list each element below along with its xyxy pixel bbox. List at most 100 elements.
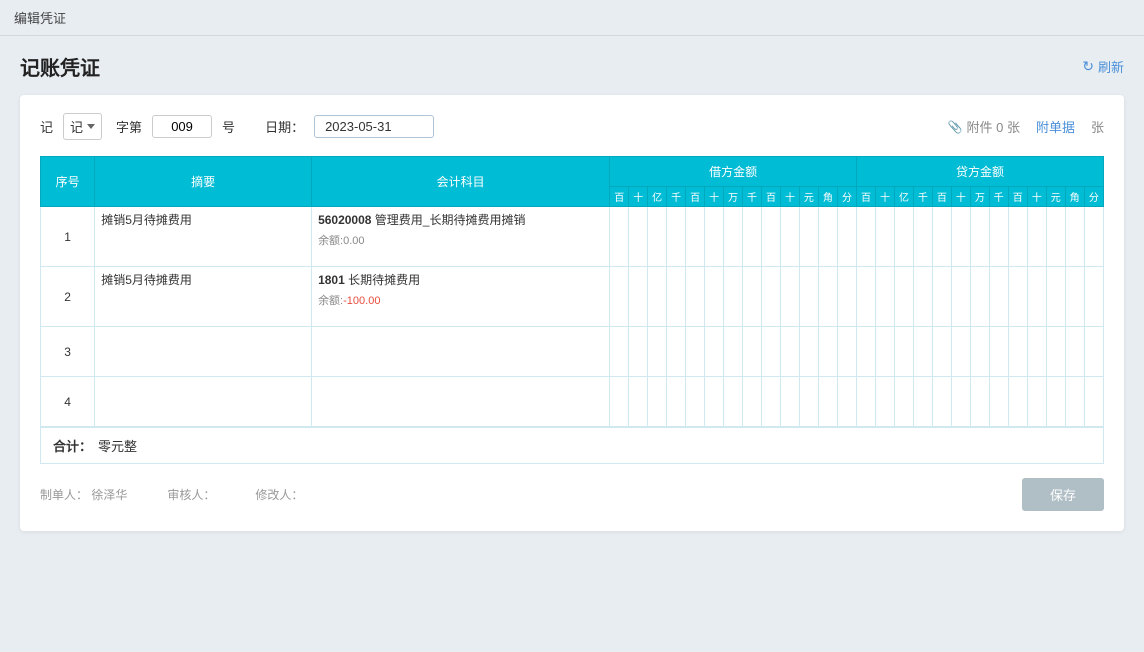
row-0-credit-2[interactable] [894, 207, 913, 267]
row-3-credit-7[interactable] [989, 377, 1008, 427]
row-3-credit-10[interactable] [1046, 377, 1065, 427]
row-2-debit-1[interactable] [629, 327, 648, 377]
row-0-debit-8[interactable] [761, 207, 780, 267]
row-3-debit-8[interactable] [761, 377, 780, 427]
row-0-credit-6[interactable] [970, 207, 989, 267]
row-3-credit-5[interactable] [951, 377, 970, 427]
row-3-credit-3[interactable] [913, 377, 932, 427]
row-3-debit-9[interactable] [780, 377, 799, 427]
row-3-debit-7[interactable] [743, 377, 762, 427]
row-0-credit-12[interactable] [1084, 207, 1103, 267]
row-2-credit-8[interactable] [1008, 327, 1027, 377]
row-3-debit-4[interactable] [686, 377, 705, 427]
zi-input[interactable] [152, 115, 212, 138]
row-1-credit-9[interactable] [1027, 267, 1046, 327]
row-2-debit-8[interactable] [761, 327, 780, 377]
row-3-debit-6[interactable] [724, 377, 743, 427]
row-2-credit-3[interactable] [913, 327, 932, 377]
row-3-credit-6[interactable] [970, 377, 989, 427]
row-0-credit-4[interactable] [932, 207, 951, 267]
row-2-debit-6[interactable] [724, 327, 743, 377]
save-button[interactable]: 保存 [1022, 478, 1104, 511]
row-2-credit-9[interactable] [1027, 327, 1046, 377]
row-0-debit-11[interactable] [818, 207, 837, 267]
row-3-debit-10[interactable] [799, 377, 818, 427]
row-1-debit-6[interactable] [724, 267, 743, 327]
row-0-credit-3[interactable] [913, 207, 932, 267]
row-2-credit-5[interactable] [951, 327, 970, 377]
row-1-debit-9[interactable] [780, 267, 799, 327]
row-2-debit-11[interactable] [818, 327, 837, 377]
row-summary-0[interactable]: 摊销5月待摊费用 [95, 207, 312, 267]
row-2-credit-0[interactable] [857, 327, 876, 377]
row-seq-3[interactable]: 4 [41, 377, 95, 427]
row-1-credit-5[interactable] [951, 267, 970, 327]
row-1-debit-1[interactable] [629, 267, 648, 327]
row-3-credit-11[interactable] [1065, 377, 1084, 427]
row-1-debit-5[interactable] [705, 267, 724, 327]
row-3-debit-3[interactable] [667, 377, 686, 427]
row-2-debit-5[interactable] [705, 327, 724, 377]
date-input[interactable] [314, 115, 434, 138]
row-3-credit-12[interactable] [1084, 377, 1103, 427]
row-3-debit-0[interactable] [610, 377, 629, 427]
row-1-credit-4[interactable] [932, 267, 951, 327]
row-1-debit-8[interactable] [761, 267, 780, 327]
row-0-credit-7[interactable] [989, 207, 1008, 267]
row-0-credit-11[interactable] [1065, 207, 1084, 267]
row-1-debit-3[interactable] [667, 267, 686, 327]
row-0-debit-10[interactable] [799, 207, 818, 267]
row-3-debit-1[interactable] [629, 377, 648, 427]
row-0-credit-1[interactable] [875, 207, 894, 267]
row-1-credit-7[interactable] [989, 267, 1008, 327]
row-2-credit-12[interactable] [1084, 327, 1103, 377]
row-0-debit-9[interactable] [780, 207, 799, 267]
row-1-credit-10[interactable] [1046, 267, 1065, 327]
row-0-credit-10[interactable] [1046, 207, 1065, 267]
row-3-debit-5[interactable] [705, 377, 724, 427]
row-2-credit-10[interactable] [1046, 327, 1065, 377]
row-1-credit-8[interactable] [1008, 267, 1027, 327]
row-summary-3[interactable] [95, 377, 312, 427]
row-2-debit-2[interactable] [648, 327, 667, 377]
row-0-credit-9[interactable] [1027, 207, 1046, 267]
row-summary-2[interactable] [95, 327, 312, 377]
row-3-credit-4[interactable] [932, 377, 951, 427]
row-account-0[interactable]: 56020008 管理费用_长期待摊费用摊销余额:0.00 [312, 207, 610, 267]
row-3-credit-9[interactable] [1027, 377, 1046, 427]
row-0-debit-2[interactable] [648, 207, 667, 267]
row-0-debit-12[interactable] [837, 207, 856, 267]
row-0-debit-0[interactable] [610, 207, 629, 267]
row-2-credit-7[interactable] [989, 327, 1008, 377]
row-0-credit-8[interactable] [1008, 207, 1027, 267]
row-0-debit-1[interactable] [629, 207, 648, 267]
row-1-credit-11[interactable] [1065, 267, 1084, 327]
row-account-1[interactable]: 1801 长期待摊费用余额:-100.00 [312, 267, 610, 327]
row-1-debit-4[interactable] [686, 267, 705, 327]
row-1-debit-2[interactable] [648, 267, 667, 327]
row-2-credit-11[interactable] [1065, 327, 1084, 377]
row-2-debit-0[interactable] [610, 327, 629, 377]
row-1-debit-11[interactable] [818, 267, 837, 327]
row-3-debit-12[interactable] [837, 377, 856, 427]
row-1-debit-12[interactable] [837, 267, 856, 327]
row-0-debit-7[interactable] [743, 207, 762, 267]
row-account-3[interactable] [312, 377, 610, 427]
row-2-debit-10[interactable] [799, 327, 818, 377]
row-2-debit-7[interactable] [743, 327, 762, 377]
row-3-credit-2[interactable] [894, 377, 913, 427]
row-2-credit-6[interactable] [970, 327, 989, 377]
row-1-credit-2[interactable] [894, 267, 913, 327]
fudanju-link[interactable]: 附单据 [1036, 117, 1075, 136]
row-summary-1[interactable]: 摊销5月待摊费用 [95, 267, 312, 327]
refresh-button[interactable]: ↻ 刷新 [1082, 57, 1124, 76]
row-0-credit-0[interactable] [857, 207, 876, 267]
row-1-debit-10[interactable] [799, 267, 818, 327]
row-0-debit-5[interactable] [705, 207, 724, 267]
row-2-debit-3[interactable] [667, 327, 686, 377]
row-3-credit-1[interactable] [875, 377, 894, 427]
row-1-credit-12[interactable] [1084, 267, 1103, 327]
row-0-debit-4[interactable] [686, 207, 705, 267]
row-2-credit-4[interactable] [932, 327, 951, 377]
row-3-credit-8[interactable] [1008, 377, 1027, 427]
